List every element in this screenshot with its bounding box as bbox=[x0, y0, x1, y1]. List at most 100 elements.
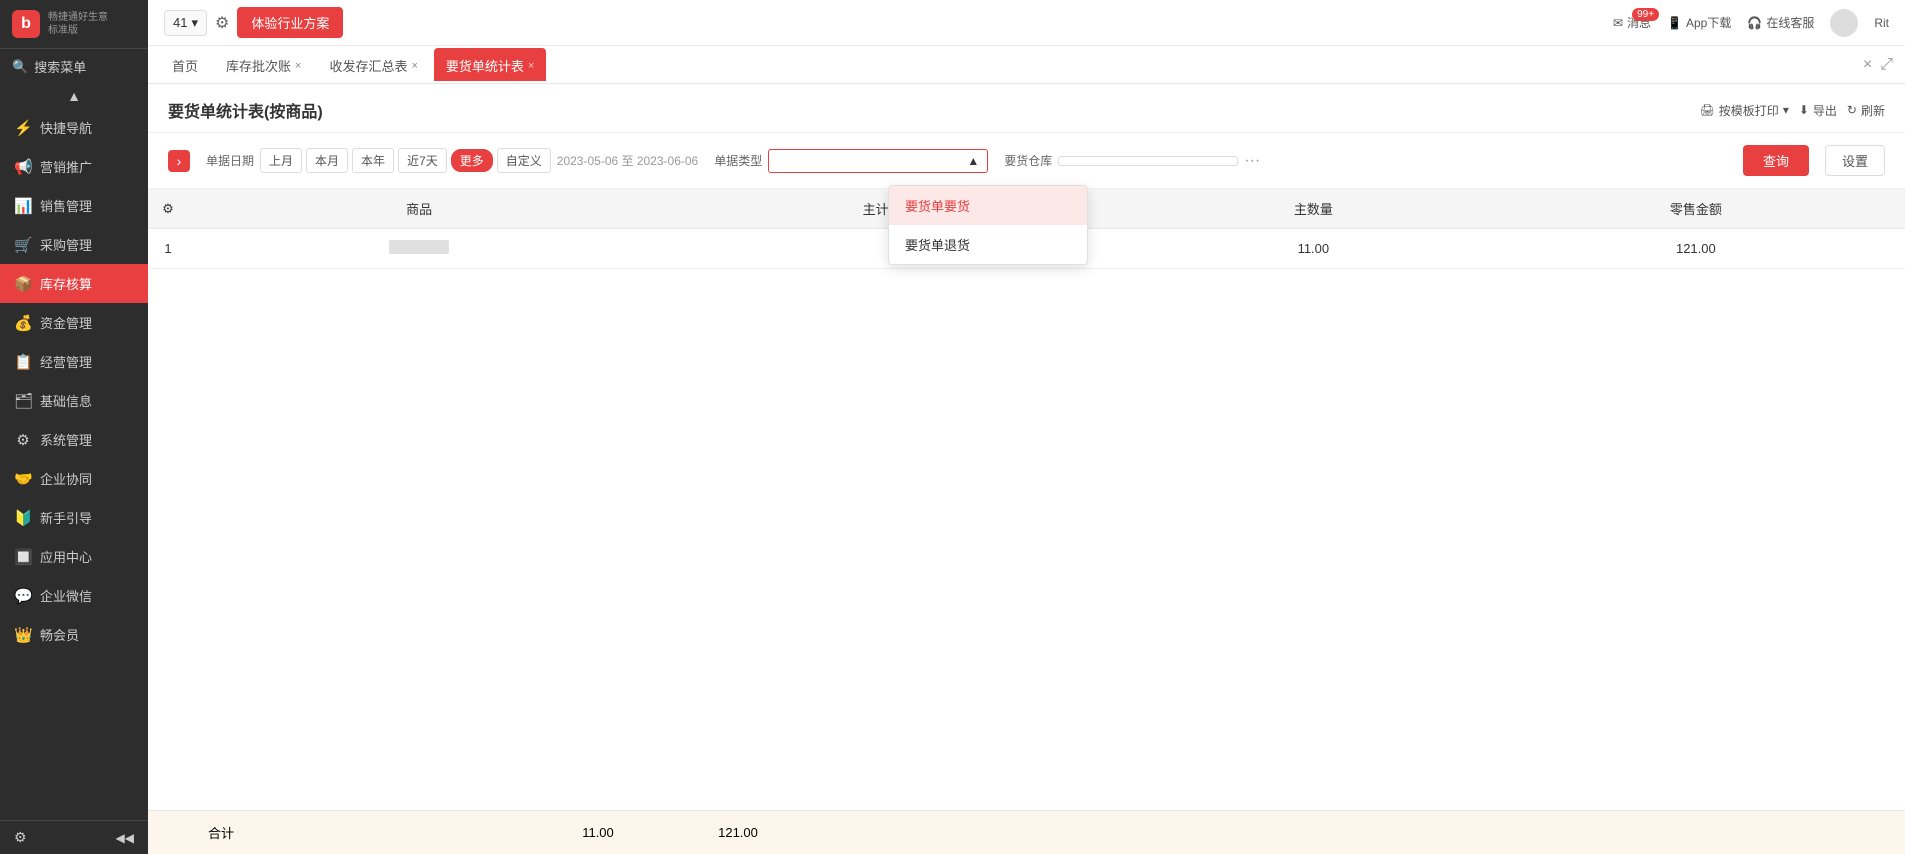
username-label[interactable]: Rit bbox=[1874, 16, 1889, 30]
sidebar-item-sales[interactable]: 📊 销售管理 bbox=[0, 186, 148, 225]
settings-btn[interactable]: 设置 bbox=[1825, 145, 1885, 176]
sidebar-item-members[interactable]: 👑 畅会员 bbox=[0, 615, 148, 654]
sidebar-item-marketing[interactable]: 📢 营销推广 bbox=[0, 147, 148, 186]
quick-nav-icon: ⚡ bbox=[14, 119, 32, 137]
brand-sub: 标准版 bbox=[48, 24, 108, 37]
app-download-btn[interactable]: 📱 App下载 bbox=[1667, 14, 1731, 31]
footer-row: 合计 11.00 121.00 bbox=[168, 823, 1885, 842]
filter-expand-btn[interactable]: › bbox=[168, 150, 190, 172]
sidebar-item-label: 应用中心 bbox=[40, 547, 92, 566]
print-icon: 🖨 bbox=[1700, 103, 1715, 117]
user-avatar[interactable] bbox=[1830, 9, 1858, 37]
tab-order-stats-close[interactable]: × bbox=[528, 60, 534, 72]
page-actions: 🖨 按模板打印 ▾ ⬇ 导出 ↻ 刷新 bbox=[1700, 102, 1885, 119]
cell-qty: 11.00 bbox=[1140, 229, 1487, 269]
tab-home-label: 首页 bbox=[172, 56, 198, 75]
chevron-down-icon: ▾ bbox=[1783, 103, 1789, 117]
topbar-settings-icon[interactable]: ⚙ bbox=[215, 13, 229, 33]
search-icon: 🔍 bbox=[12, 59, 28, 75]
cell-num: 1 bbox=[148, 229, 188, 269]
refresh-label: 刷新 bbox=[1861, 102, 1885, 119]
date-btn-last-month[interactable]: 上月 bbox=[260, 148, 302, 173]
collapse-icon[interactable]: ◀◀ bbox=[116, 831, 134, 845]
guide-icon: 🔰 bbox=[14, 509, 32, 527]
topbar: 41 ▾ ⚙ 体验行业方案 ✉ 消息 99+ 📱 App下载 🎧 在线客服 Ri… bbox=[148, 0, 1905, 46]
store-selector[interactable]: 41 ▾ bbox=[164, 10, 207, 36]
basic-icon: 🗂 bbox=[14, 392, 32, 410]
type-filter-group: 单据类型 ▲ bbox=[714, 149, 988, 173]
tab-order-stats[interactable]: 要货单统计表 × bbox=[434, 48, 546, 81]
topbar-right: ✉ 消息 99+ 📱 App下载 🎧 在线客服 Rit bbox=[1613, 9, 1889, 37]
tabbar: 首页 库存批次账 × 收发存汇总表 × 要货单统计表 × × ⤢ bbox=[148, 46, 1905, 84]
print-label: 按模板打印 bbox=[1719, 102, 1779, 119]
date-btn-more[interactable]: 更多 bbox=[451, 149, 493, 172]
refresh-btn[interactable]: ↻ 刷新 bbox=[1847, 102, 1885, 119]
date-filter-label: 单据日期 bbox=[206, 152, 254, 169]
page-content: 要货单统计表(按商品) 🖨 按模板打印 ▾ ⬇ 导出 ↻ 刷新 › bbox=[148, 84, 1905, 854]
topbar-left: 41 ▾ ⚙ 体验行业方案 bbox=[164, 7, 1601, 38]
sidebar: b 畅捷通好生意 标准版 🔍 搜索菜单 ▲ ⚡ 快捷导航 📢 营销推广 📊 销售… bbox=[0, 0, 148, 854]
column-settings-icon[interactable]: ⚙ bbox=[162, 201, 174, 216]
settings-bottom-icon[interactable]: ⚙ bbox=[14, 829, 27, 846]
table-footer: 合计 11.00 121.00 bbox=[148, 810, 1905, 854]
sidebar-item-enterprise[interactable]: 🤝 企业协同 bbox=[0, 459, 148, 498]
sidebar-item-wechat[interactable]: 💬 企业微信 bbox=[0, 576, 148, 615]
sidebar-item-finance[interactable]: 💰 资金管理 bbox=[0, 303, 148, 342]
tab-receive-send[interactable]: 收发存汇总表 × bbox=[317, 48, 429, 81]
sidebar-search[interactable]: 🔍 搜索菜单 bbox=[0, 49, 148, 84]
sidebar-item-inventory[interactable]: 📦 库存核算 bbox=[0, 264, 148, 303]
date-btn-7days[interactable]: 近7天 bbox=[398, 148, 447, 173]
footer-label: 合计 bbox=[208, 823, 408, 842]
sidebar-item-label: 营销推广 bbox=[40, 157, 92, 176]
enterprise-icon: 🤝 bbox=[14, 470, 32, 488]
th-settings[interactable]: ⚙ bbox=[148, 189, 188, 229]
type-selector[interactable]: ▲ bbox=[768, 149, 988, 173]
sidebar-item-operation[interactable]: 📋 经营管理 bbox=[0, 342, 148, 381]
service-btn[interactable]: 🎧 在线客服 bbox=[1747, 14, 1814, 31]
dropdown-item-order-return[interactable]: 要货单退货 bbox=[889, 225, 1087, 264]
th-amount: 零售金额 bbox=[1487, 189, 1905, 229]
app-label: App下载 bbox=[1686, 14, 1731, 31]
finance-icon: 💰 bbox=[14, 314, 32, 332]
operation-icon: 📋 bbox=[14, 353, 32, 371]
more-dots-icon[interactable]: ··· bbox=[1244, 152, 1260, 170]
dropdown-item-order-goods[interactable]: 要货单要货 bbox=[889, 186, 1087, 225]
warehouse-filter-group: 要货仓库 ··· bbox=[1004, 152, 1260, 170]
tab-order-stats-label: 要货单统计表 bbox=[446, 56, 524, 75]
refresh-icon: ↻ bbox=[1847, 103, 1857, 117]
sidebar-item-appstore[interactable]: 🔲 应用中心 bbox=[0, 537, 148, 576]
cell-amount: 121.00 bbox=[1487, 229, 1905, 269]
inventory-icon: 📦 bbox=[14, 275, 32, 293]
date-btn-custom[interactable]: 自定义 bbox=[497, 148, 551, 173]
sidebar-item-label: 基础信息 bbox=[40, 391, 92, 410]
tab-inventory-batch-close[interactable]: × bbox=[295, 60, 301, 72]
sidebar-item-guide[interactable]: 🔰 新手引导 bbox=[0, 498, 148, 537]
members-icon: 👑 bbox=[14, 626, 32, 644]
export-icon: ⬇ bbox=[1799, 103, 1809, 117]
sidebar-bottom: ⚙ ◀◀ bbox=[0, 820, 148, 854]
tab-home[interactable]: 首页 bbox=[160, 48, 210, 81]
search-label: 搜索菜单 bbox=[34, 57, 86, 76]
scroll-up-arrow[interactable]: ▲ bbox=[0, 84, 148, 108]
type-dropdown: 要货单要货 要货单退货 bbox=[888, 185, 1088, 265]
sidebar-item-label: 系统管理 bbox=[40, 430, 92, 449]
warehouse-selector[interactable] bbox=[1058, 156, 1238, 166]
sidebar-item-purchase[interactable]: 🛒 采购管理 bbox=[0, 225, 148, 264]
sidebar-item-label: 快捷导航 bbox=[40, 118, 92, 137]
print-btn[interactable]: 🖨 按模板打印 ▾ bbox=[1700, 102, 1789, 119]
tab-close-all-icon[interactable]: × bbox=[1863, 56, 1872, 74]
tab-expand-icon[interactable]: ⤢ bbox=[1880, 56, 1893, 74]
sidebar-item-system[interactable]: ⚙ 系统管理 bbox=[0, 420, 148, 459]
tab-inventory-batch[interactable]: 库存批次账 × bbox=[214, 48, 313, 81]
tab-receive-send-close[interactable]: × bbox=[411, 60, 417, 72]
trial-btn[interactable]: 体验行业方案 bbox=[237, 7, 343, 38]
message-btn[interactable]: ✉ 消息 99+ bbox=[1613, 14, 1651, 31]
date-btn-this-year[interactable]: 本年 bbox=[352, 148, 394, 173]
date-btn-this-month[interactable]: 本月 bbox=[306, 148, 348, 173]
query-btn[interactable]: 查询 bbox=[1743, 145, 1809, 176]
sidebar-menu: ⚡ 快捷导航 📢 营销推广 📊 销售管理 🛒 采购管理 📦 库存核算 💰 资金管… bbox=[0, 108, 148, 820]
sidebar-item-quick-nav[interactable]: ⚡ 快捷导航 bbox=[0, 108, 148, 147]
date-filter-group: 单据日期 上月 本月 本年 近7天 更多 自定义 2023-05-06 至 20… bbox=[206, 148, 698, 173]
export-btn[interactable]: ⬇ 导出 bbox=[1799, 102, 1837, 119]
sidebar-item-basic[interactable]: 🗂 基础信息 bbox=[0, 381, 148, 420]
